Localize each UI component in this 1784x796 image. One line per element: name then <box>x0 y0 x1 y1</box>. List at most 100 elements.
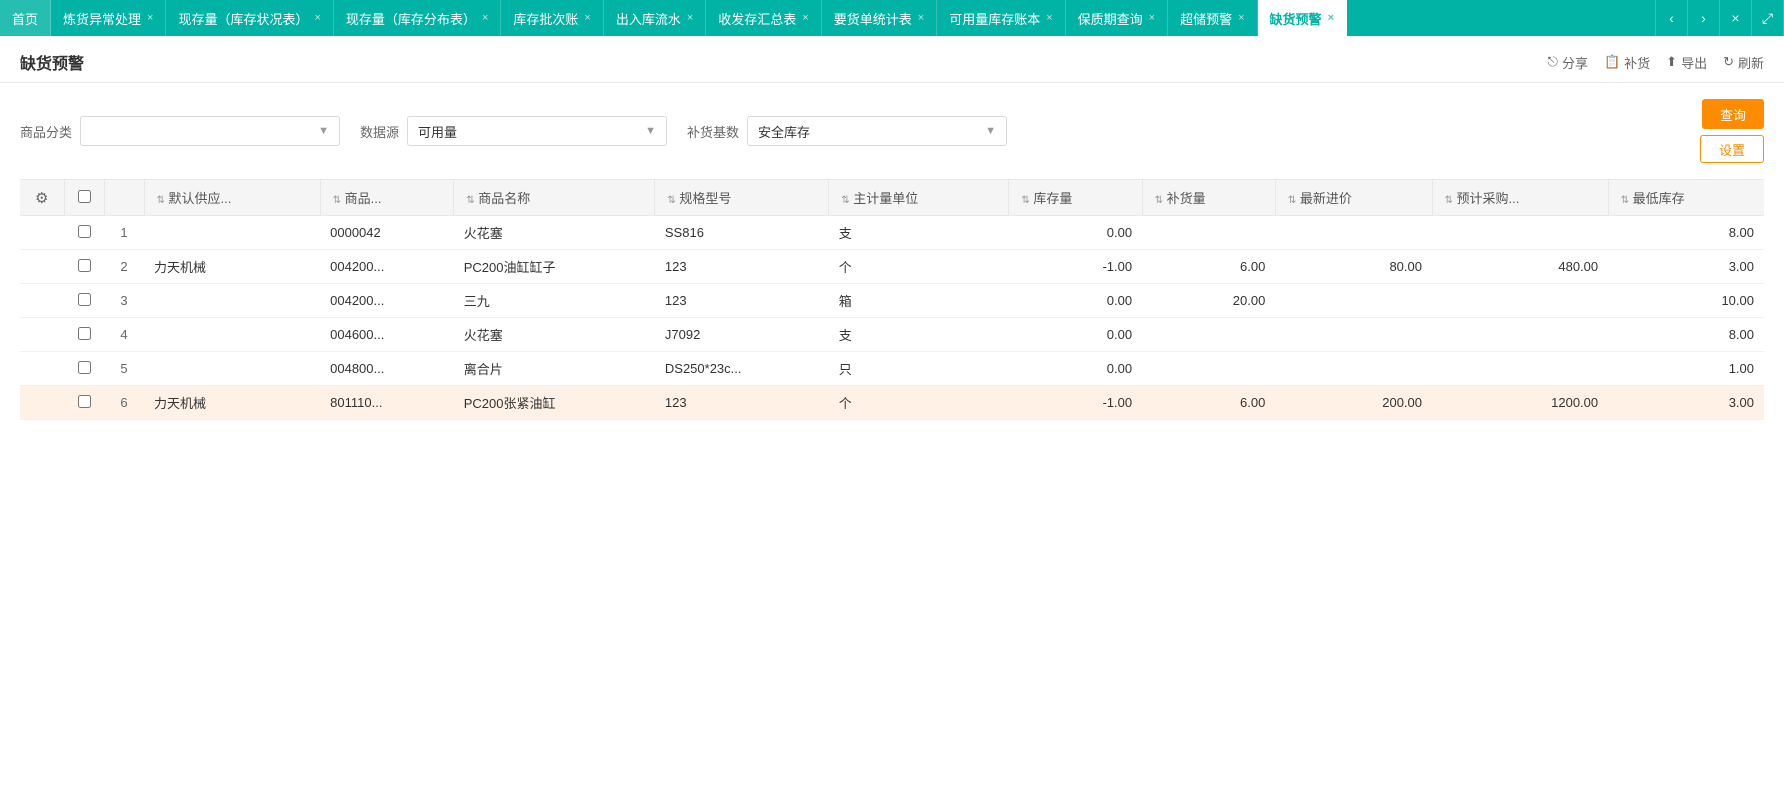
select-all-checkbox[interactable] <box>78 190 91 203</box>
col-header-sku-code[interactable]: ⇅ 商品... <box>320 180 454 216</box>
page-title: 缺货预警 <box>20 50 84 74</box>
export-button[interactable]: ⬆ 导出 <box>1666 53 1707 72</box>
nav-tab-expiry-query[interactable]: 保质期查询× <box>1066 0 1168 36</box>
nav-controls: ‹ › × ⤢ <box>1655 0 1784 36</box>
nav-tab-label-stock-dist: 现存量（库存分布表） <box>346 9 476 28</box>
nav-tab-label-home: 首页 <box>12 9 38 28</box>
col-header-supplier[interactable]: ⇅ 默认供应... <box>144 180 320 216</box>
restock-icon: 📋 <box>1604 54 1620 70</box>
restock-label: 补货 <box>1624 53 1650 72</box>
col-header-spec[interactable]: ⇅ 规格型号 <box>655 180 829 216</box>
unit-sort-icon: ⇅ <box>841 195 849 206</box>
cell-empty <box>20 284 64 318</box>
col-header-stock[interactable]: ⇅ 库存量 <box>1009 180 1142 216</box>
col-header-restock[interactable]: ⇅ 补货量 <box>1142 180 1275 216</box>
refresh-icon: ↻ <box>1723 54 1734 70</box>
sku-code-sort-icon: ⇅ <box>333 195 341 206</box>
nav-tab-stock-status[interactable]: 现存量（库存状况表）× <box>166 0 333 36</box>
row-checkbox[interactable] <box>78 259 91 272</box>
cell-checkbox <box>64 352 104 386</box>
gear-icon[interactable]: ⚙ <box>35 190 48 207</box>
table-row: 3004200...三九123箱0.0020.0010.00 <box>20 284 1764 318</box>
cell-min-stock: 8.00 <box>1608 318 1764 352</box>
col-header-checkbox[interactable] <box>64 180 104 216</box>
cell-checkbox <box>64 318 104 352</box>
table-header-row: ⚙ ⇅ 默认供应... ⇅ 商品... ⇅ <box>20 180 1764 216</box>
nav-close-button[interactable]: × <box>1720 0 1752 36</box>
cell-empty <box>20 318 64 352</box>
cell-stock: 0.00 <box>1009 352 1142 386</box>
share-button[interactable]: ⎋ 分享 <box>1548 53 1588 72</box>
refresh-button[interactable]: ↻ 刷新 <box>1723 53 1764 72</box>
cell-unit: 箱 <box>829 284 1009 318</box>
nav-tab-overstock[interactable]: 超储预警 × <box>1168 0 1257 36</box>
nav-tab-close-expiry-query[interactable]: × <box>1149 12 1155 24</box>
filter-actions: 查询 设置 <box>1700 99 1764 163</box>
col-header-unit[interactable]: ⇅ 主计量单位 <box>829 180 1009 216</box>
supplier-sort-icon: ⇅ <box>157 195 165 206</box>
cell-restock: 20.00 <box>1142 284 1275 318</box>
nav-tab-exception[interactable]: 炼货异常处理× <box>51 0 166 36</box>
nav-expand-button[interactable]: ⤢ <box>1752 0 1784 36</box>
cell-spec: J7092 <box>655 318 829 352</box>
cell-expected-purchase: 480.00 <box>1432 250 1608 284</box>
nav-tab-batch[interactable]: 库存批次账× <box>501 0 603 36</box>
cell-stock: 0.00 <box>1009 216 1142 250</box>
nav-tab-inout-flow[interactable]: 出入库流水× <box>604 0 706 36</box>
cell-latest-price: 200.00 <box>1275 386 1432 420</box>
row-checkbox[interactable] <box>78 293 91 306</box>
nav-tabs: 首页炼货异常处理×现存量（库存状况表）×现存量（库存分布表）×库存批次账×出入库… <box>0 0 1784 36</box>
cell-stock: -1.00 <box>1009 250 1142 284</box>
nav-tab-home[interactable]: 首页 <box>0 0 51 36</box>
row-checkbox[interactable] <box>78 225 91 238</box>
nav-tab-close-batch[interactable]: × <box>584 12 590 24</box>
cell-index: 6 <box>104 386 144 420</box>
cell-sku-code: 004800... <box>320 352 454 386</box>
datasource-chevron-icon: ▼ <box>645 125 656 137</box>
cell-sku-code: 0000042 <box>320 216 454 250</box>
nav-next-button[interactable]: › <box>1688 0 1720 36</box>
row-checkbox[interactable] <box>78 361 91 374</box>
header-actions: ⎋ 分享 📋 补货 ⬆ 导出 ↻ 刷新 <box>1548 53 1764 72</box>
cell-spec: 123 <box>655 386 829 420</box>
query-button[interactable]: 查询 <box>1702 99 1764 129</box>
nav-tab-order-stat[interactable]: 要货单统计表× <box>822 0 937 36</box>
restock-button[interactable]: 📋 补货 <box>1604 53 1650 72</box>
col-header-settings[interactable]: ⚙ <box>20 180 64 216</box>
nav-tab-close-shortage[interactable]: × <box>1328 12 1334 24</box>
row-checkbox[interactable] <box>78 395 91 408</box>
cell-spec: SS816 <box>655 216 829 250</box>
col-header-expected-purchase[interactable]: ⇅ 预计采购... <box>1432 180 1608 216</box>
cell-expected-purchase: 1200.00 <box>1432 386 1608 420</box>
datasource-select[interactable]: 可用量 ▼ <box>407 116 667 146</box>
col-header-latest-price[interactable]: ⇅ 最新进价 <box>1275 180 1432 216</box>
col-header-min-stock[interactable]: ⇅ 最低库存 <box>1608 180 1764 216</box>
nav-tab-close-order-stat[interactable]: × <box>918 12 924 24</box>
nav-tab-close-overstock[interactable]: × <box>1238 12 1244 24</box>
cell-min-stock: 1.00 <box>1608 352 1764 386</box>
spec-sort-icon: ⇅ <box>667 195 675 206</box>
nav-tab-close-inout-flow[interactable]: × <box>687 12 693 24</box>
settings-button[interactable]: 设置 <box>1700 135 1764 163</box>
nav-prev-button[interactable]: ‹ <box>1656 0 1688 36</box>
nav-tab-collect-summary[interactable]: 收发存汇总表× <box>706 0 821 36</box>
col-header-sku-name[interactable]: ⇅ 商品名称 <box>454 180 655 216</box>
restock-base-select[interactable]: 安全库存 ▼ <box>747 116 1007 146</box>
nav-tab-close-collect-summary[interactable]: × <box>802 12 808 24</box>
nav-tab-close-stock-dist[interactable]: × <box>482 12 488 24</box>
category-select[interactable]: ▼ <box>80 116 340 146</box>
nav-tab-stock-dist[interactable]: 现存量（库存分布表） × <box>334 0 501 36</box>
nav-tab-label-overstock: 超储预警 <box>1180 9 1232 28</box>
category-chevron-icon: ▼ <box>318 125 329 137</box>
nav-tab-available-ledger[interactable]: 可用量库存账本× <box>937 0 1065 36</box>
cell-expected-purchase <box>1432 284 1608 318</box>
nav-tab-close-available-ledger[interactable]: × <box>1046 12 1052 24</box>
nav-tab-close-exception[interactable]: × <box>147 12 153 24</box>
category-filter-group: 商品分类 ▼ <box>20 116 340 146</box>
cell-sku-name: PC200张紧油缸 <box>454 386 655 420</box>
nav-tab-shortage[interactable]: 缺货预警× <box>1258 0 1347 36</box>
nav-tab-close-stock-status[interactable]: × <box>314 12 320 24</box>
share-label: 分享 <box>1562 53 1588 72</box>
row-checkbox[interactable] <box>78 327 91 340</box>
cell-spec: 123 <box>655 250 829 284</box>
